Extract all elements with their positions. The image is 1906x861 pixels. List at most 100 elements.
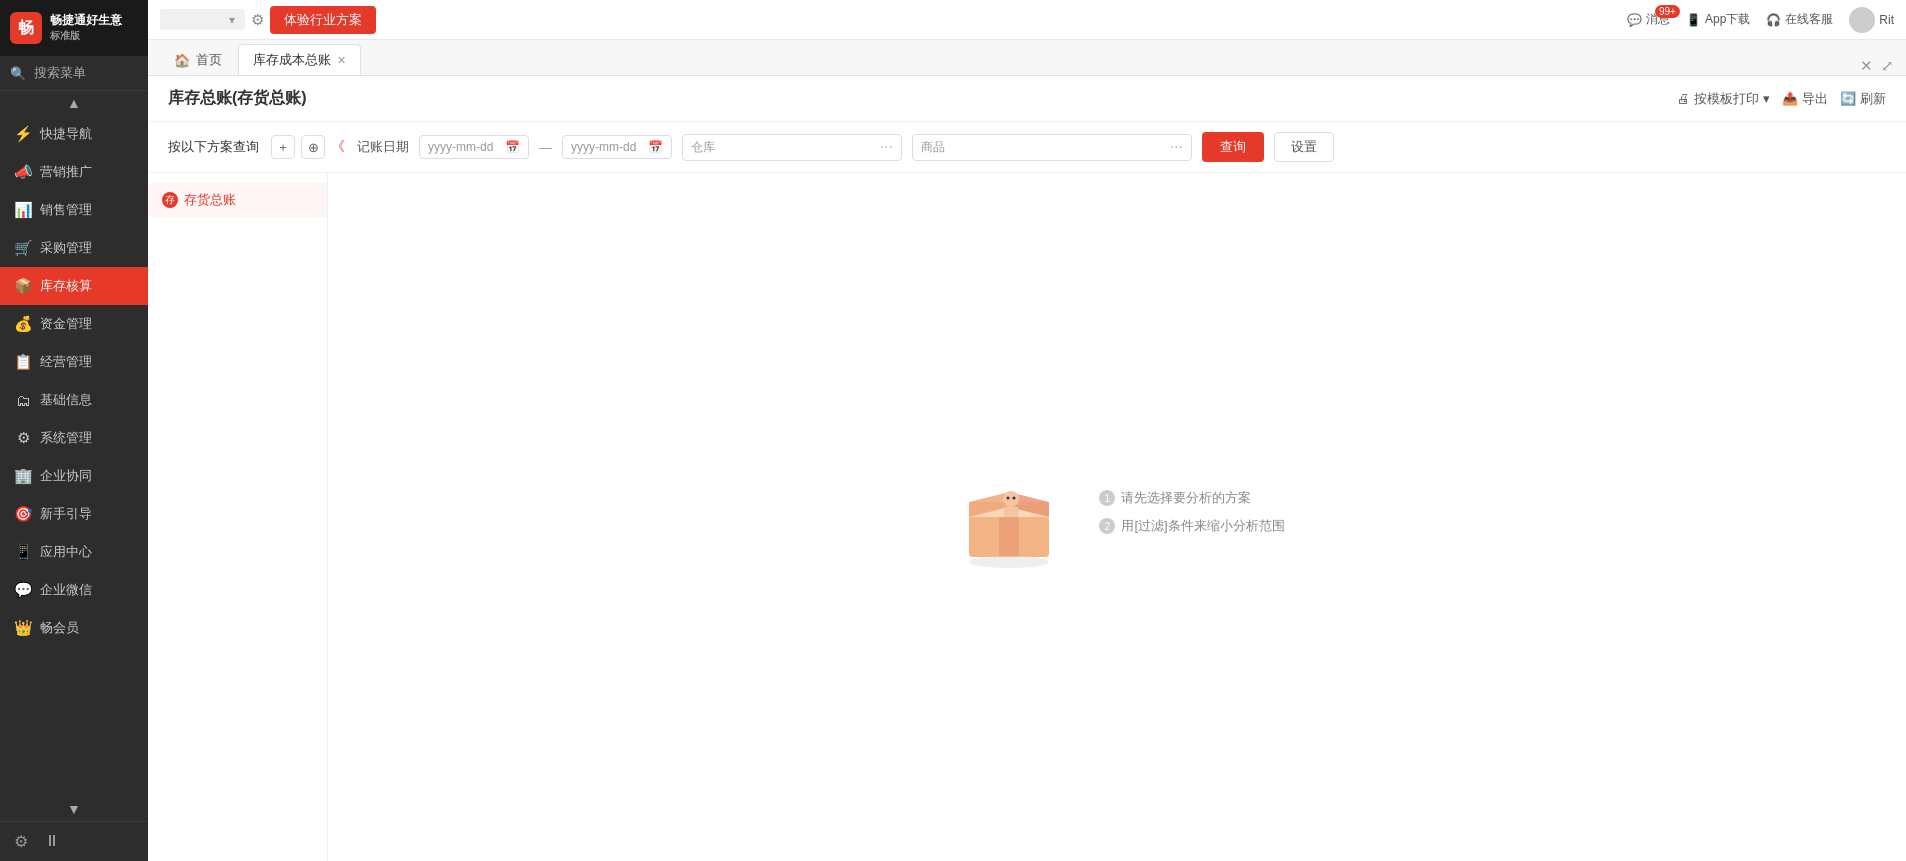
svg-point-7 <box>969 556 1049 568</box>
user-avatar <box>1849 7 1875 33</box>
sidebar-item-label: 资金管理 <box>40 315 92 333</box>
app-download-label: App下载 <box>1705 11 1750 28</box>
goods-select[interactable]: 商品 ··· <box>912 134 1192 161</box>
corpwx-icon: 💬 <box>14 581 32 599</box>
tab-close-icon[interactable]: ✕ <box>337 54 346 67</box>
goods-label: 商品 <box>921 139 945 156</box>
sidebar-item-label: 企业微信 <box>40 581 92 599</box>
export-icon: 📤 <box>1782 91 1798 106</box>
app-version: 标准版 <box>50 29 122 43</box>
breadcrumb: ▾ <box>160 9 245 30</box>
main-area: ▾ ⚙ 体验行业方案 💬 消息 99+ 📱 App下载 🎧 在线客服 Rit <box>148 0 1906 861</box>
sidebar-item-member[interactable]: 👑 畅会员 <box>0 609 148 647</box>
tab-expand-icon[interactable]: ⤢ <box>1881 57 1894 75</box>
system-icon: ⚙ <box>14 429 32 447</box>
print-label: 按模板打印 <box>1694 90 1759 108</box>
sidebar-item-corpwx[interactable]: 💬 企业微信 <box>0 571 148 609</box>
search-icon: 🔍 <box>10 66 26 81</box>
date-end-input[interactable]: yyyy-mm-dd 📅 <box>562 135 672 159</box>
gear-icon: ⊕ <box>308 140 319 155</box>
sidebar-item-label: 新手引导 <box>40 505 92 523</box>
sidebar-item-marketing[interactable]: 📣 营销推广 <box>0 153 148 191</box>
footer-settings-icon[interactable]: ⚙ <box>14 832 28 851</box>
scheme-item-inventory-ledger[interactable]: 存 存货总账 <box>148 183 327 217</box>
sidebar-item-operations[interactable]: 📋 经营管理 <box>0 343 148 381</box>
filter-row: 记账日期 yyyy-mm-dd 📅 — yyyy-mm-dd 📅 仓库 ··· … <box>357 132 1334 162</box>
warehouse-label: 仓库 <box>691 139 715 156</box>
marketing-icon: 📣 <box>14 163 32 181</box>
filter-add-btn[interactable]: + <box>271 135 295 159</box>
tab-panel-close-icon[interactable]: ✕ <box>1860 57 1873 75</box>
app-logo: 畅 畅捷通好生意 标准版 <box>0 0 148 56</box>
message-badge: 99+ <box>1655 5 1680 18</box>
svg-rect-4 <box>1004 507 1018 517</box>
page-header-actions: 🖨 按模板打印 ▾ 📤 导出 🔄 刷新 <box>1677 90 1886 108</box>
logo-icon: 畅 <box>10 12 42 44</box>
finance-icon: 💰 <box>14 315 32 333</box>
scheme-sidebar: 存 存货总账 <box>148 173 328 861</box>
sidebar-item-system[interactable]: ⚙ 系统管理 <box>0 419 148 457</box>
enterprise-icon: 🏢 <box>14 467 32 485</box>
sidebar-item-label: 库存核算 <box>40 277 92 295</box>
page-title: 库存总账(存货总账) <box>168 88 307 109</box>
scheme-button[interactable]: 体验行业方案 <box>270 6 376 34</box>
message-btn[interactable]: 💬 消息 99+ <box>1627 11 1670 28</box>
warehouse-more-icon: ··· <box>880 139 893 155</box>
tab-home[interactable]: 🏠 首页 <box>160 45 236 75</box>
sidebar-item-enterprise[interactable]: 🏢 企业协同 <box>0 457 148 495</box>
sidebar-item-quicknav[interactable]: ⚡ 快捷导航 <box>0 115 148 153</box>
online-service-btn[interactable]: 🎧 在线客服 <box>1766 11 1833 28</box>
quicknav-icon: ⚡ <box>14 125 32 143</box>
page-header: 库存总账(存货总账) 🖨 按模板打印 ▾ 📤 导出 🔄 刷新 <box>148 76 1906 122</box>
refresh-btn[interactable]: 🔄 刷新 <box>1840 90 1886 108</box>
date-start-input[interactable]: yyyy-mm-dd 📅 <box>419 135 529 159</box>
sidebar-item-sales[interactable]: 📊 销售管理 <box>0 191 148 229</box>
topbar-right: 💬 消息 99+ 📱 App下载 🎧 在线客服 Rit <box>1627 7 1894 33</box>
empty-state: 1 请先选择要分析的方案 2 用[过滤]条件来缩小分析范围 <box>328 173 1906 861</box>
refresh-icon: 🔄 <box>1840 91 1856 106</box>
settings-button[interactable]: 设置 <box>1274 132 1334 162</box>
calendar-start-icon: 📅 <box>505 140 520 154</box>
sidebar-nav: ⚡ 快捷导航 📣 营销推广 📊 销售管理 🛒 采购管理 📦 库存核算 💰 资金管… <box>0 115 148 797</box>
footer-audio-icon[interactable]: ⏸ <box>44 832 60 851</box>
export-label: 导出 <box>1802 90 1828 108</box>
user-area[interactable]: Rit <box>1849 7 1894 33</box>
sidebar-item-appcenter[interactable]: 📱 应用中心 <box>0 533 148 571</box>
sidebar-item-basic[interactable]: 🗂 基础信息 <box>0 381 148 419</box>
empty-illustration <box>949 457 1069 577</box>
date-start-placeholder: yyyy-mm-dd <box>428 140 501 154</box>
sidebar-scroll-down[interactable]: ▼ <box>0 797 148 821</box>
sidebar-item-purchase[interactable]: 🛒 采购管理 <box>0 229 148 267</box>
export-btn[interactable]: 📤 导出 <box>1782 90 1828 108</box>
online-service-label: 在线客服 <box>1785 11 1833 28</box>
home-icon: 🏠 <box>174 53 190 68</box>
topbar-settings-icon[interactable]: ⚙ <box>251 11 264 29</box>
filter-actions: + ⊕ 《 <box>271 135 345 159</box>
sidebar-item-finance[interactable]: 💰 资金管理 <box>0 305 148 343</box>
sidebar-item-inventory[interactable]: 📦 库存核算 <box>0 267 148 305</box>
sidebar-item-newbie[interactable]: 🎯 新手引导 <box>0 495 148 533</box>
breadcrumb-chevron-icon: ▾ <box>229 13 235 27</box>
step2-num: 2 <box>1099 518 1115 534</box>
sidebar-item-label: 基础信息 <box>40 391 92 409</box>
sidebar-item-label: 企业协同 <box>40 467 92 485</box>
sidebar-search[interactable]: 🔍 搜索菜单 <box>0 56 148 91</box>
step2-text: 用[过滤]条件来缩小分析范围 <box>1121 517 1284 535</box>
sidebar-footer: ⚙ ⏸ <box>0 821 148 861</box>
tabbar: 🏠 首页 库存成本总账 ✕ ✕ ⤢ <box>148 40 1906 76</box>
sidebar-item-label: 销售管理 <box>40 201 92 219</box>
tab-inventory-cost[interactable]: 库存成本总账 ✕ <box>238 44 361 75</box>
breadcrumb-text <box>170 12 225 27</box>
query-button[interactable]: 查询 <box>1202 132 1264 162</box>
date-label: 记账日期 <box>357 138 409 156</box>
sidebar-item-label: 快捷导航 <box>40 125 92 143</box>
sidebar-scroll-up[interactable]: ▲ <box>0 91 148 115</box>
print-btn[interactable]: 🖨 按模板打印 ▾ <box>1677 90 1770 108</box>
sidebar-item-label: 营销推广 <box>40 163 92 181</box>
topbar: ▾ ⚙ 体验行业方案 💬 消息 99+ 📱 App下载 🎧 在线客服 Rit <box>148 0 1906 40</box>
filter-settings-btn[interactable]: ⊕ <box>301 135 325 159</box>
warehouse-select[interactable]: 仓库 ··· <box>682 134 902 161</box>
print-icon: 🖨 <box>1677 91 1690 106</box>
filter-collapse-btn[interactable]: 《 <box>331 138 345 156</box>
app-download-btn[interactable]: 📱 App下载 <box>1686 11 1750 28</box>
